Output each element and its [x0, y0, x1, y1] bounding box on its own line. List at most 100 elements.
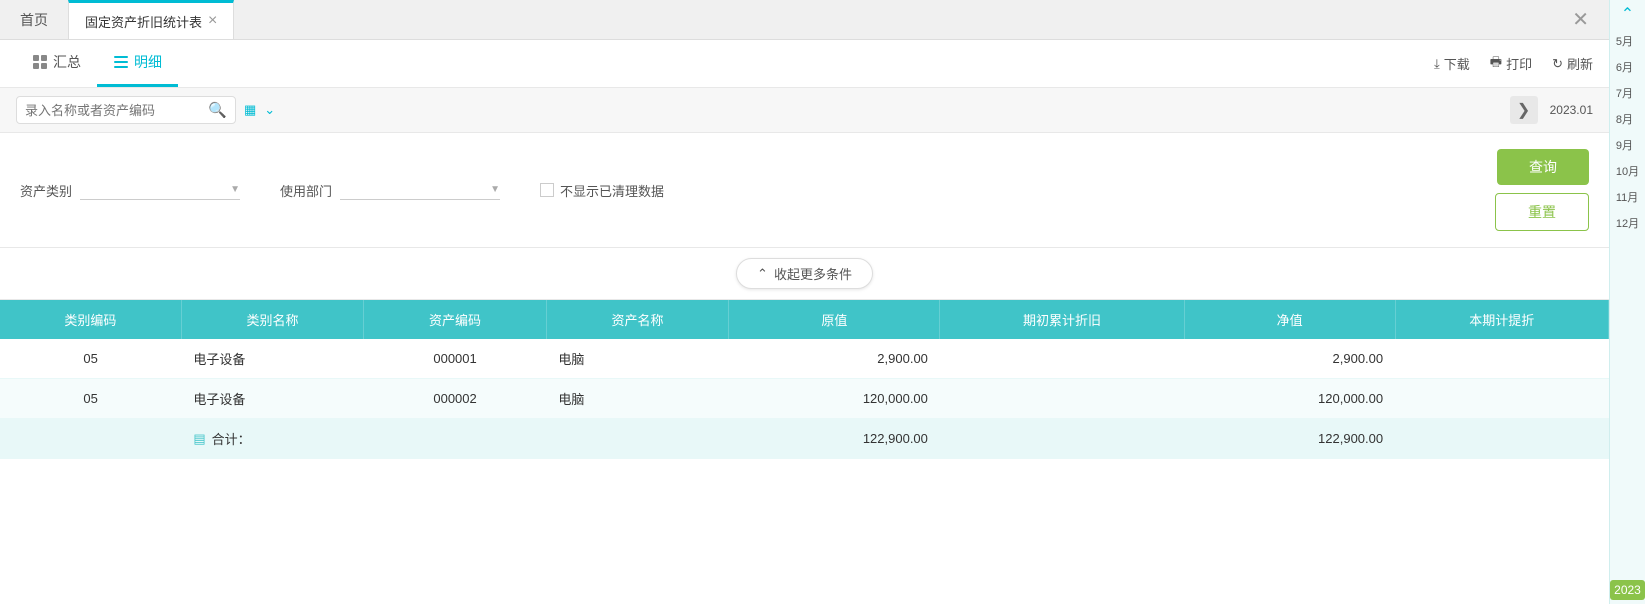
sub-toolbar: 汇总 明细 ⤓ 下载 🖶 打印 ↻ 刷新 — [0, 40, 1609, 88]
search-bar: 🔍 ▦ ⌄ ❯ 2023.01 — [0, 88, 1609, 133]
print-label: 打印 — [1506, 54, 1532, 73]
cell-accumulated-depreciation — [940, 339, 1184, 379]
no-cleared-checkbox[interactable] — [540, 183, 554, 197]
download-icon: ⤓ — [1434, 56, 1440, 72]
tab-detail[interactable]: 明细 — [97, 40, 178, 87]
cell-accumulated-depreciation — [940, 379, 1184, 419]
collapse-button[interactable]: ⌃ 收起更多条件 — [736, 258, 873, 289]
total-icon: ▤ — [193, 431, 205, 447]
asset-type-label: 资产类别 — [20, 181, 72, 200]
detail-icon — [113, 54, 129, 70]
tab-summary-label: 汇总 — [53, 52, 81, 72]
toolbar-right: ⤓ 下载 🖶 打印 ↻ 刷新 — [1434, 53, 1593, 75]
col-asset-code: 资产编码 — [364, 300, 547, 339]
table-header-row: 类别编码 类别名称 资产编码 资产名称 原值 期初累计折旧 净值 本期计提折 — [0, 300, 1609, 339]
more-filter-button[interactable]: ▦ ⌄ — [244, 102, 275, 118]
refresh-button[interactable]: ↻ 刷新 — [1552, 54, 1593, 73]
total-row: ▤ 合计： 122,900.00 122,900.00 — [0, 419, 1609, 459]
no-cleared-filter[interactable]: 不显示已清理数据 — [540, 181, 664, 200]
sidebar-month-item[interactable]: 9月 — [1616, 132, 1639, 158]
chevron-down-icon: ⌄ — [264, 102, 275, 118]
tab-home[interactable]: 首页 — [0, 0, 68, 39]
active-tab-label: 固定资产折旧统计表 — [85, 12, 202, 31]
total-cell-empty2 — [546, 419, 729, 459]
total-cell-empty1 — [0, 419, 181, 459]
col-accumulated-depreciation: 期初累计折旧 — [940, 300, 1184, 339]
search-input[interactable] — [25, 103, 202, 118]
query-button[interactable]: 查询 — [1497, 149, 1589, 185]
table-wrap: 类别编码 类别名称 资产编码 资产名称 原值 期初累计折旧 净值 本期计提折 0… — [0, 300, 1609, 604]
print-icon: 🖶 — [1490, 53, 1502, 75]
tab-detail-label: 明细 — [134, 52, 162, 72]
col-category-code: 类别编码 — [0, 300, 181, 339]
sidebar-month-item[interactable]: 8月 — [1616, 106, 1639, 132]
asset-type-select[interactable]: ▼ — [80, 180, 240, 200]
cell-asset-name: 电脑 — [546, 339, 729, 379]
dept-arrow-icon: ▼ — [490, 184, 500, 195]
dept-label: 使用部门 — [280, 181, 332, 200]
cell-original-value: 2,900.00 — [729, 339, 940, 379]
cell-original-value: 120,000.00 — [729, 379, 940, 419]
window-close-button[interactable]: ✕ — [1552, 7, 1609, 32]
cell-category: 电子设备 — [181, 379, 364, 419]
no-cleared-label: 不显示已清理数据 — [560, 181, 664, 200]
sidebar-month-item[interactable]: 12月 — [1616, 210, 1639, 236]
col-net-value: 净值 — [1184, 300, 1395, 339]
tab-close-icon[interactable]: × — [208, 13, 217, 29]
asset-table: 类别编码 类别名称 资产编码 资产名称 原值 期初累计折旧 净值 本期计提折 0… — [0, 300, 1609, 459]
total-original-value: 122,900.00 — [729, 419, 940, 459]
reset-button[interactable]: 重置 — [1495, 193, 1589, 231]
refresh-icon: ↻ — [1552, 56, 1563, 72]
col-current-depreciation: 本期计提折 — [1395, 300, 1608, 339]
refresh-label: 刷新 — [1567, 54, 1593, 73]
cell-net-value: 120,000.00 — [1184, 379, 1395, 419]
tab-bar: 首页 固定资产折旧统计表 × ✕ — [0, 0, 1609, 40]
cell-current-depreciation — [1395, 379, 1608, 419]
tab-active[interactable]: 固定资产折旧统计表 × — [68, 0, 234, 39]
download-button[interactable]: ⤓ 下载 — [1434, 54, 1470, 73]
collapse-label: 收起更多条件 — [774, 264, 852, 283]
total-net-value: 122,900.00 — [1184, 419, 1395, 459]
filter-panel: 资产类别 ▼ 使用部门 ▼ 不显示已清理数据 查询 重置 — [0, 133, 1609, 248]
col-asset-name: 资产名称 — [546, 300, 729, 339]
sidebar-month-item[interactable]: 10月 — [1616, 158, 1639, 184]
cell-net-value: 2,900.00 — [1184, 339, 1395, 379]
total-current-depreciation — [1395, 419, 1608, 459]
cell-current-depreciation — [1395, 339, 1608, 379]
print-button[interactable]: 🖶 打印 — [1490, 53, 1532, 75]
chevron-up-icon: ⌃ — [757, 266, 768, 282]
col-category-name: 类别名称 — [181, 300, 364, 339]
cell-category: 电子设备 — [181, 339, 364, 379]
tab-summary[interactable]: 汇总 — [16, 40, 97, 87]
filter-buttons: 查询 重置 — [1495, 149, 1589, 231]
cell-asset-name: 电脑 — [546, 379, 729, 419]
download-label: 下载 — [1444, 54, 1470, 73]
total-accumulated-depreciation — [940, 419, 1184, 459]
table-row: 05 电子设备 000001 电脑 2,900.00 2,900.00 — [0, 339, 1609, 379]
dept-select[interactable]: ▼ — [340, 180, 500, 200]
right-sidebar: ⌃ 5月6月7月8月9月10月11月12月 2023 — [1609, 0, 1645, 604]
summary-icon — [32, 54, 48, 70]
search-icon[interactable]: 🔍 — [208, 101, 227, 119]
cell-code: 05 — [0, 379, 181, 419]
cell-asset-code: 000001 — [364, 339, 547, 379]
search-input-wrap: 🔍 — [16, 96, 236, 124]
cell-asset-code: 000002 — [364, 379, 547, 419]
asset-type-arrow-icon: ▼ — [230, 184, 240, 195]
nav-arrow-right[interactable]: ❯ — [1510, 96, 1538, 124]
sidebar-month-item[interactable]: 11月 — [1616, 184, 1639, 210]
sidebar-year-badge[interactable]: 2023 — [1610, 580, 1645, 600]
filter-icon: ▦ — [244, 102, 256, 118]
col-original-value: 原值 — [729, 300, 940, 339]
date-display: 2023.01 — [1550, 103, 1593, 117]
dept-filter: 使用部门 ▼ — [280, 180, 500, 200]
sidebar-month-item[interactable]: 7月 — [1616, 80, 1639, 106]
asset-type-filter: 资产类别 ▼ — [20, 180, 240, 200]
sidebar-month-item[interactable]: 6月 — [1616, 54, 1639, 80]
sidebar-month-item[interactable]: 5月 — [1616, 28, 1639, 54]
table-row: 05 电子设备 000002 电脑 120,000.00 120,000.00 — [0, 379, 1609, 419]
cell-code: 05 — [0, 339, 181, 379]
collapse-row: ⌃ 收起更多条件 — [0, 248, 1609, 300]
total-label: ▤ 合计： — [181, 419, 546, 459]
sidebar-arrow-up[interactable]: ⌃ — [1621, 4, 1634, 24]
